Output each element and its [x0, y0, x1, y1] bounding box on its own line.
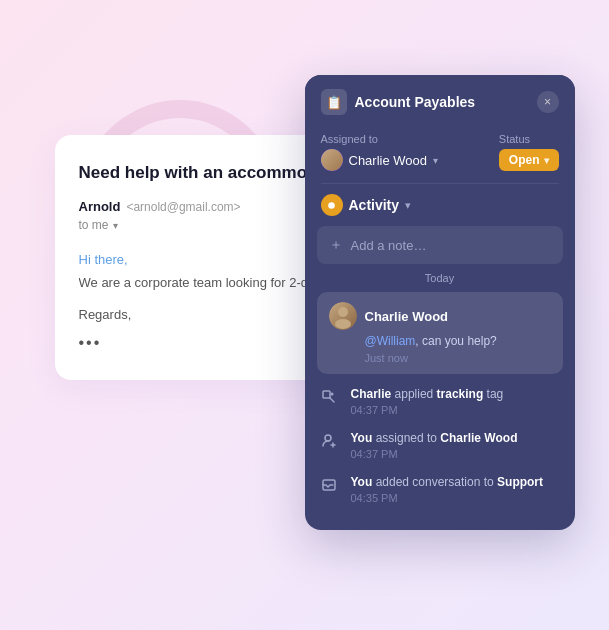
comment-avatar	[329, 302, 357, 330]
email-from-row: Arnold <arnold@gmail.com>	[79, 199, 341, 214]
panel-title: Account Payables	[355, 94, 476, 110]
act-text-tag-label: tag	[487, 387, 504, 401]
panel-header: 📋 Account Payables ×	[305, 75, 575, 125]
activity-bar[interactable]: Activity ▾	[305, 184, 575, 226]
act-time-2: 04:37 PM	[351, 448, 518, 460]
comment-bubble: Charlie Wood @William, can you help? Jus…	[317, 292, 563, 374]
svg-point-4	[330, 393, 333, 396]
tag-icon	[317, 385, 341, 409]
svg-point-5	[325, 435, 331, 441]
activity-icon	[321, 194, 343, 216]
act-assigned-to: assigned to	[376, 431, 441, 445]
act-text-tracking: tracking	[437, 387, 484, 401]
act-support: Support	[497, 475, 543, 489]
close-icon: ×	[544, 95, 551, 109]
act-text-charlie: Charlie	[351, 387, 392, 401]
assignee-row[interactable]: Charlie Wood ▾	[321, 149, 439, 171]
add-note-button[interactable]: ＋ Add a note…	[317, 226, 563, 264]
act-text-applied: applied	[395, 387, 437, 401]
panel-card: 📋 Account Payables × Assigned to Charlie…	[305, 75, 575, 530]
act-time-3: 04:35 PM	[351, 492, 544, 504]
panel-close-button[interactable]: ×	[537, 91, 559, 113]
email-from-address: <arnold@gmail.com>	[126, 200, 240, 214]
email-from-name: Arnold	[79, 199, 121, 214]
activity-list: Charlie applied tracking tag 04:37 PM	[305, 384, 575, 530]
comment-author: Charlie Wood	[365, 309, 449, 324]
activity-item-text-assign: You assigned to Charlie Wood 04:37 PM	[351, 428, 518, 460]
activity-item-assign: You assigned to Charlie Wood 04:37 PM	[317, 428, 563, 460]
act-you-1: You	[351, 431, 373, 445]
status-block: Status Open ▾	[499, 133, 559, 171]
status-value: Open	[509, 153, 540, 167]
email-subject: Need help with an accommo	[79, 163, 341, 183]
assignee-block: Assigned to Charlie Wood ▾	[321, 133, 439, 171]
status-caret-icon: ▾	[544, 155, 549, 166]
email-to-row: to me ▾	[79, 218, 341, 232]
activity-item-text-conversation: You added conversation to Support 04:35 …	[351, 472, 544, 504]
svg-point-2	[335, 319, 351, 329]
comment-avatar-img	[329, 302, 357, 330]
comment-header: Charlie Wood	[329, 302, 551, 330]
act-added-conversation: added conversation to	[376, 475, 497, 489]
panel-icon-emoji: 📋	[326, 95, 342, 110]
assignee-caret-icon: ▾	[433, 155, 438, 166]
svg-rect-3	[323, 391, 330, 398]
email-regards: Regards,	[79, 307, 341, 322]
panel-title-row: 📋 Account Payables	[321, 89, 476, 115]
act-charlie-wood: Charlie Wood	[440, 431, 517, 445]
activity-item-text-tag: Charlie applied tracking tag 04:37 PM	[351, 384, 504, 416]
today-label: Today	[305, 272, 575, 284]
scene-container: Need help with an accommo Arnold <arnold…	[35, 35, 575, 595]
status-label: Status	[499, 133, 559, 145]
act-time-1: 04:37 PM	[351, 404, 504, 416]
activity-item-conversation: You added conversation to Support 04:35 …	[317, 472, 563, 504]
svg-point-0	[328, 202, 335, 209]
assignee-name: Charlie Wood	[349, 153, 428, 168]
email-to-label: to me	[79, 218, 109, 232]
activity-label: Activity	[349, 197, 400, 213]
comment-message: , can you help?	[415, 334, 496, 348]
email-more-dots[interactable]: •••	[79, 334, 341, 352]
activity-caret-icon: ▾	[405, 199, 411, 212]
panel-icon: 📋	[321, 89, 347, 115]
assigned-to-label: Assigned to	[321, 133, 439, 145]
assignee-avatar-img	[321, 149, 343, 171]
email-greeting: Hi there,	[79, 252, 341, 267]
comment-text: @William, can you help?	[365, 334, 551, 348]
email-body: We are a corporate team looking for 2-da…	[79, 273, 341, 293]
status-badge[interactable]: Open ▾	[499, 149, 559, 171]
act-you-2: You	[351, 475, 373, 489]
panel-meta: Assigned to Charlie Wood ▾ Status Open ▾	[305, 125, 575, 183]
comment-mention: @William	[365, 334, 416, 348]
assignee-avatar	[321, 149, 343, 171]
add-note-plus-icon: ＋	[329, 236, 343, 254]
user-assign-icon	[317, 429, 341, 453]
inbox-icon	[317, 473, 341, 497]
email-to-caret-icon: ▾	[113, 220, 118, 231]
add-note-placeholder: Add a note…	[351, 238, 427, 253]
activity-item-tag: Charlie applied tracking tag 04:37 PM	[317, 384, 563, 416]
comment-time: Just now	[365, 352, 551, 364]
svg-point-1	[338, 307, 348, 317]
